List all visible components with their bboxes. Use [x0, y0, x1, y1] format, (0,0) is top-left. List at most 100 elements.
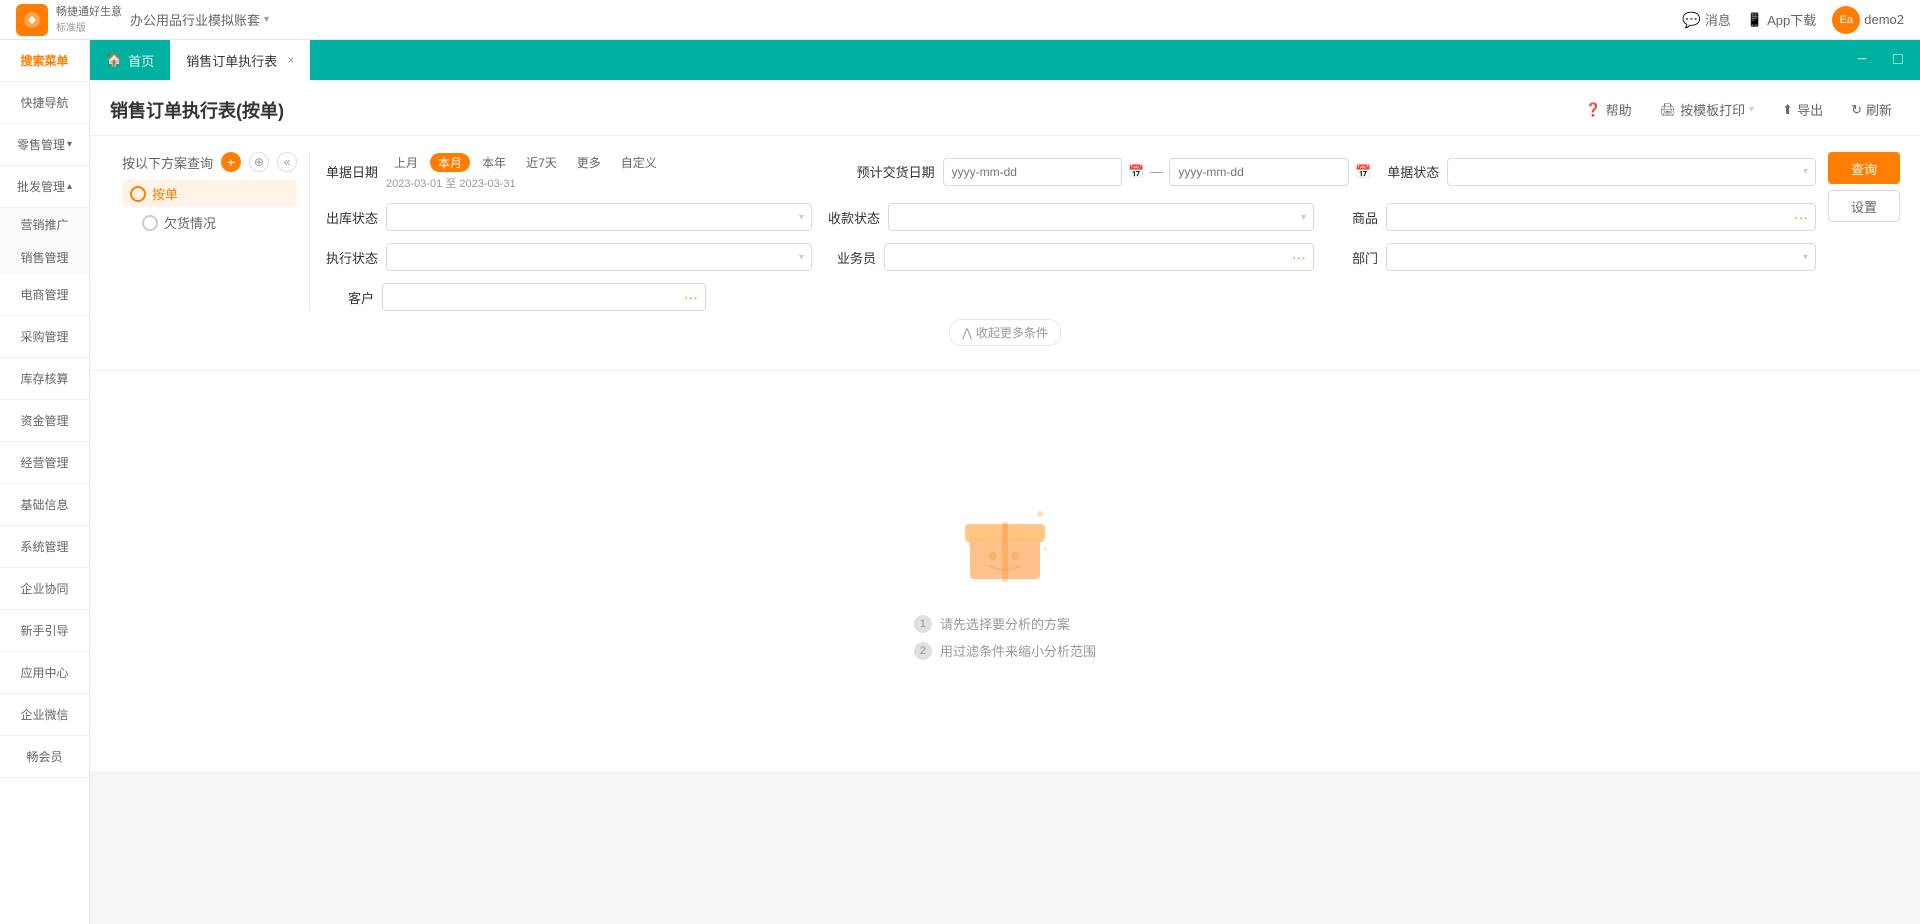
- date-tab-last7[interactable]: 近7天: [518, 152, 565, 173]
- execute-status-select[interactable]: [386, 243, 812, 271]
- expected-date-label: 预计交货日期: [857, 162, 943, 181]
- status-select[interactable]: [1447, 158, 1816, 186]
- plan-header: 按以下方案查询 + ⊕ «: [122, 152, 297, 172]
- date-tab-this-year[interactable]: 本年: [474, 152, 514, 173]
- sidebar-wechat[interactable]: 企业微信: [0, 694, 89, 736]
- cal-start-icon[interactable]: 📅: [1128, 164, 1144, 180]
- tab-maximize-btn[interactable]: □: [1884, 46, 1912, 74]
- salesman-input-wrap: ···: [884, 243, 1314, 271]
- empty-hint-2: 2 用过滤条件来缩小分析范围: [914, 641, 1096, 660]
- sidebar-quick-nav[interactable]: 快捷导航: [0, 82, 89, 124]
- sidebar-sales[interactable]: 销售管理: [0, 241, 89, 274]
- date-tab-more[interactable]: 更多: [569, 152, 609, 173]
- goods-more-icon[interactable]: ···: [1794, 209, 1808, 225]
- filter-status-field: 单据状态: [1387, 158, 1816, 186]
- tab-close-icon[interactable]: ×: [287, 53, 294, 67]
- plan-panel: 按以下方案查询 + ⊕ « 按单 欠货情况: [110, 152, 310, 311]
- filter-grid: 单据日期 上月 本月 本年 近7天 更多: [310, 152, 1816, 311]
- sidebar-basic[interactable]: 基础信息: [0, 484, 89, 526]
- sidebar-system[interactable]: 系统管理: [0, 526, 89, 568]
- filter-expected-date-field: 预计交货日期 📅 — 📅: [857, 158, 1372, 186]
- salesman-more-icon[interactable]: ···: [1292, 249, 1306, 265]
- print-btn[interactable]: 🖨 按模板打印 ▾: [1652, 96, 1763, 123]
- export-btn[interactable]: ⬆ 导出: [1774, 96, 1831, 123]
- sidebar-wholesale[interactable]: 批发管理 ▴: [0, 166, 89, 208]
- hint-text-2: 用过滤条件来缩小分析范围: [940, 641, 1096, 660]
- page-header-actions: ❓ 帮助 🖨 按模板打印 ▾ ⬆ 导出 ↻: [1577, 96, 1900, 123]
- message-btn[interactable]: 💬 消息: [1682, 10, 1731, 29]
- query-btn[interactable]: 查询: [1828, 152, 1900, 184]
- customer-input[interactable]: [382, 283, 706, 311]
- expected-date-start[interactable]: [943, 158, 1123, 186]
- sidebar-operations[interactable]: 经营管理: [0, 442, 89, 484]
- sidebar-retail[interactable]: 零售管理 ▾: [0, 124, 89, 166]
- tab-actions: − □: [1848, 46, 1920, 74]
- collect-status-select[interactable]: [888, 203, 1314, 231]
- ship-select-wrap: [386, 203, 812, 231]
- date-tab-custom[interactable]: 自定义: [613, 152, 665, 173]
- customer-more-icon[interactable]: ···: [684, 289, 698, 305]
- tab-home-label: 首页: [128, 51, 154, 70]
- export-label: 导出: [1797, 100, 1823, 119]
- sidebar-purchase[interactable]: 采购管理: [0, 316, 89, 358]
- tab-active-label: 销售订单执行表: [186, 51, 277, 70]
- goods-input-wrap: ···: [1386, 203, 1816, 231]
- tab-minimize-btn[interactable]: −: [1848, 46, 1876, 74]
- collapse-label: 收起更多条件: [976, 324, 1048, 341]
- tab-bar: 🏠 首页 销售订单执行表 × − □: [90, 40, 1920, 80]
- execute-status-label: 执行状态: [326, 248, 386, 267]
- page-inner: 销售订单执行表(按单) ❓ 帮助 🖨 按模板打印 ▾ ⬆: [90, 80, 1920, 771]
- filter-salesman-field: 业务员 ···: [828, 243, 1314, 271]
- expected-date-end[interactable]: [1169, 158, 1349, 186]
- cal-end-icon[interactable]: 📅: [1355, 164, 1371, 180]
- date-tab-this-month[interactable]: 本月: [430, 153, 470, 172]
- plan-sub-debt-label: 欠货情况: [164, 213, 216, 232]
- salesman-input[interactable]: [884, 243, 1314, 271]
- tab-sales-order[interactable]: 销售订单执行表 ×: [170, 40, 310, 80]
- sidebar-newbie[interactable]: 新手引导: [0, 610, 89, 652]
- refresh-btn[interactable]: ↻ 刷新: [1843, 96, 1900, 123]
- plan-header-label: 按以下方案查询: [122, 153, 213, 172]
- dept-select[interactable]: [1386, 243, 1816, 271]
- collect-status-label: 收款状态: [828, 208, 888, 227]
- plan-item-order[interactable]: 按单: [122, 180, 297, 207]
- sidebar-finance[interactable]: 资金管理: [0, 400, 89, 442]
- print-label: 按模板打印: [1680, 100, 1745, 119]
- sidebar-apps[interactable]: 应用中心: [0, 652, 89, 694]
- sidebar-member[interactable]: 畅会员: [0, 736, 89, 778]
- filter-customer-field: 客户 ···: [326, 283, 706, 311]
- collect-select-wrap: [888, 203, 1314, 231]
- sidebar-search[interactable]: 搜索菜单: [0, 40, 89, 82]
- date-tab-last-month[interactable]: 上月: [386, 152, 426, 173]
- app-download-btn[interactable]: 📱 App下载: [1747, 10, 1816, 29]
- help-btn[interactable]: ❓ 帮助: [1577, 96, 1639, 123]
- salesman-label: 业务员: [828, 248, 884, 267]
- collapse-btn[interactable]: ⋀ 收起更多条件: [949, 319, 1061, 346]
- hint-text-1: 请先选择要分析的方案: [940, 614, 1070, 633]
- sidebar-corp[interactable]: 企业协同: [0, 568, 89, 610]
- plan-add-btn[interactable]: +: [221, 152, 241, 172]
- plan-sub-item-debt[interactable]: 欠货情况: [122, 209, 297, 236]
- plan-copy-btn[interactable]: ⊕: [249, 152, 269, 172]
- filter-form-area: 单据日期 上月 本月 本年 近7天 更多: [310, 152, 1900, 311]
- help-icon: ❓: [1585, 102, 1601, 118]
- tab-home[interactable]: 🏠 首页: [90, 40, 170, 80]
- plan-collapse-btn[interactable]: «: [277, 152, 297, 172]
- breadcrumb-arrow-icon[interactable]: ▾: [264, 14, 269, 25]
- ship-status-select[interactable]: [386, 203, 812, 231]
- plan-item-order-label: 按单: [152, 184, 178, 203]
- settings-btn[interactable]: 设置: [1828, 190, 1900, 222]
- customer-input-wrap: ···: [382, 283, 706, 311]
- sidebar-ecommerce[interactable]: 电商管理: [0, 274, 89, 316]
- sidebar-marketing[interactable]: 营销推广: [0, 208, 89, 241]
- ship-status-label: 出库状态: [326, 208, 386, 227]
- refresh-label: 刷新: [1866, 100, 1892, 119]
- export-icon: ⬆: [1782, 102, 1793, 118]
- collapse-bar: ⋀ 收起更多条件: [110, 311, 1900, 354]
- goods-label: 商品: [1330, 208, 1386, 227]
- customer-label: 客户: [326, 288, 382, 307]
- user-profile[interactable]: Ea demo2: [1832, 6, 1904, 34]
- sidebar-inventory[interactable]: 库存核算: [0, 358, 89, 400]
- goods-input[interactable]: [1386, 203, 1816, 231]
- dept-select-wrap: [1386, 243, 1816, 271]
